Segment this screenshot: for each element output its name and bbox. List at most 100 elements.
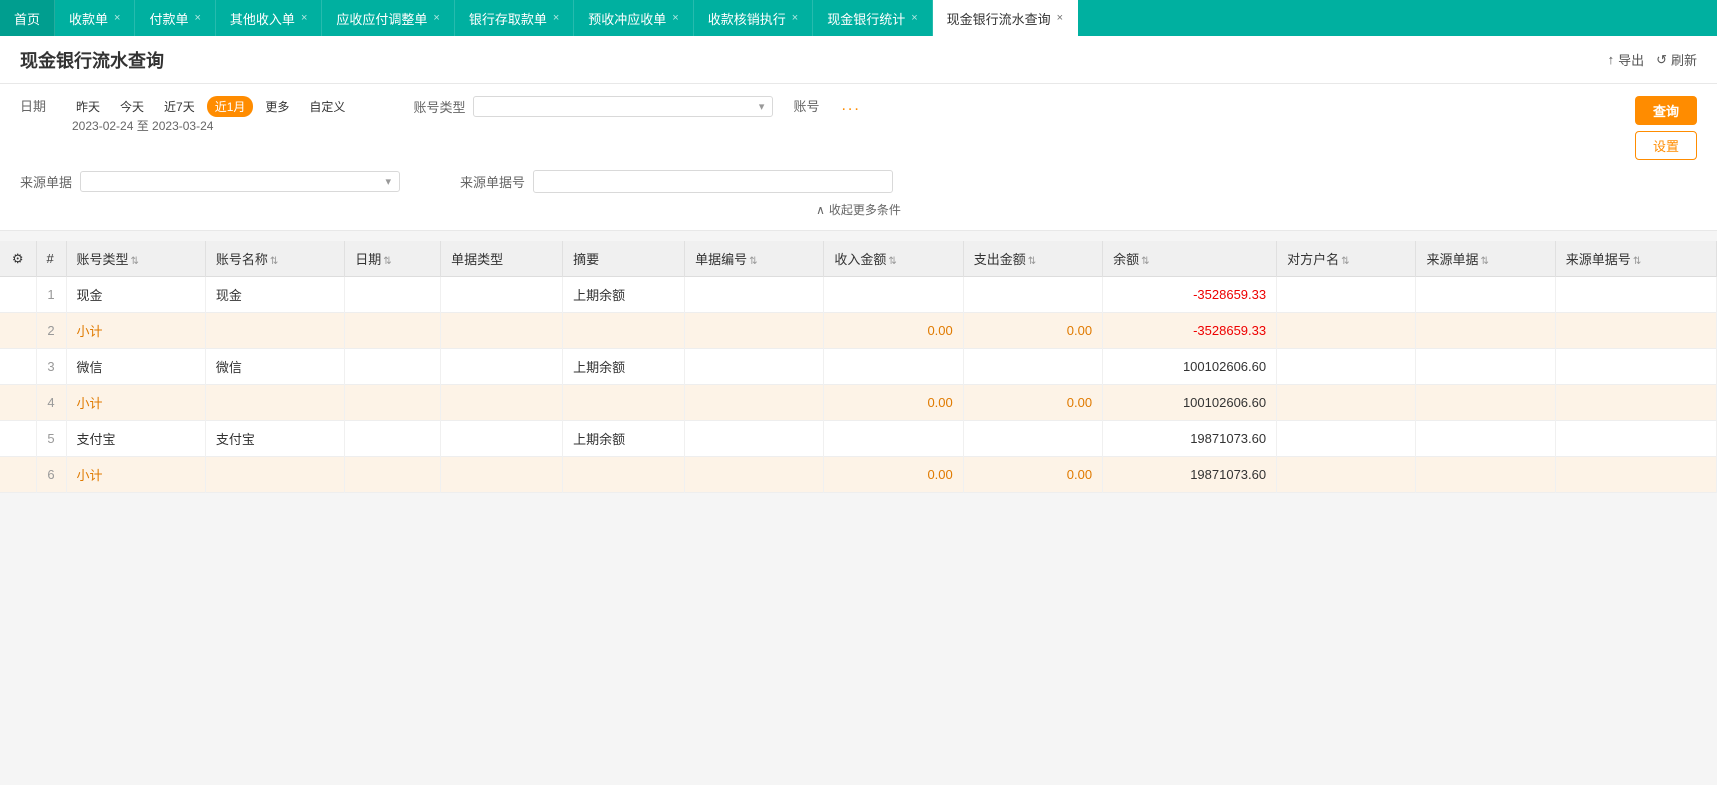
date-btn-1month[interactable]: 近1月 — [207, 96, 254, 117]
source-doc-no-filter: 来源单据号 — [460, 170, 893, 193]
page-header: 现金银行流水查询 ↑ 导出 ↺ 刷新 — [0, 36, 1717, 84]
date-btn-more[interactable]: 更多 — [257, 96, 297, 117]
col-income[interactable]: 收入金额⇅ — [824, 241, 963, 277]
col-account-type[interactable]: 账号类型⇅ — [66, 241, 205, 277]
account-ellipsis-button[interactable]: ... — [841, 97, 860, 115]
filter-area: 日期 昨天 今天 近7天 近1月 更多 自定义 2023-02-24 至 202… — [0, 84, 1717, 231]
row-summary — [563, 313, 685, 349]
row-source-doc — [1416, 385, 1555, 421]
row-date — [345, 385, 441, 421]
nav-tab-advance-offset[interactable]: 预收冲应收单× — [574, 0, 693, 36]
row-doc-no — [685, 277, 824, 313]
row-source-doc — [1416, 313, 1555, 349]
row-expense: 0.00 — [963, 385, 1102, 421]
row-number: 6 — [36, 457, 66, 493]
row-income: 0.00 — [824, 385, 963, 421]
row-doc-no — [685, 457, 824, 493]
date-btn-yesterday[interactable]: 昨天 — [68, 96, 108, 117]
nav-tab-other-income[interactable]: 其他收入单× — [216, 0, 322, 36]
row-doc-type — [441, 349, 563, 385]
date-options: 昨天 今天 近7天 近1月 更多 自定义 — [68, 96, 353, 117]
row-source-doc-no — [1555, 277, 1716, 313]
nav-tab-collection-verify[interactable]: 收款核销执行× — [694, 0, 813, 36]
settings-button[interactable]: 设置 — [1635, 131, 1697, 160]
col-account-name[interactable]: 账号名称⇅ — [205, 241, 344, 277]
row-gear-cell — [0, 421, 36, 457]
row-number: 2 — [36, 313, 66, 349]
export-button[interactable]: ↑ 导出 — [1608, 50, 1645, 69]
row-expense — [963, 349, 1102, 385]
table-row: 5 支付宝 支付宝 上期余额 19871073.60 — [0, 421, 1717, 457]
row-gear-cell — [0, 313, 36, 349]
source-doc-select[interactable]: ▾ — [80, 171, 400, 192]
row-date — [345, 349, 441, 385]
account-type-select[interactable]: ▾ — [473, 96, 773, 117]
row-date — [345, 313, 441, 349]
row-balance: 100102606.60 — [1103, 349, 1277, 385]
data-table-area: ⚙ # 账号类型⇅ 账号名称⇅ 日期⇅ 单据类型 摘要 单据编号⇅ 收入金额⇅ … — [0, 241, 1717, 493]
row-balance: -3528659.33 — [1103, 277, 1277, 313]
nav-tab-cash-bank-stats[interactable]: 现金银行统计× — [813, 0, 932, 36]
col-doc-type[interactable]: 单据类型 — [441, 241, 563, 277]
gear-icon: ⚙ — [12, 251, 24, 266]
row-doc-no — [685, 313, 824, 349]
date-btn-today[interactable]: 今天 — [112, 96, 152, 117]
date-btn-custom[interactable]: 自定义 — [301, 96, 353, 117]
col-source-doc-no[interactable]: 来源单据号⇅ — [1555, 241, 1716, 277]
col-expense[interactable]: 支出金额⇅ — [963, 241, 1102, 277]
row-account-name — [205, 385, 344, 421]
account-label: 账号 — [793, 96, 833, 115]
date-btn-7days[interactable]: 近7天 — [156, 96, 203, 117]
row-balance: 19871073.60 — [1103, 421, 1277, 457]
nav-tab-bank-deposit[interactable]: 银行存取款单× — [455, 0, 574, 36]
col-summary[interactable]: 摘要 — [563, 241, 685, 277]
source-doc-no-input[interactable] — [533, 170, 893, 193]
row-balance: 19871073.60 — [1103, 457, 1277, 493]
row-source-doc-no — [1555, 313, 1716, 349]
page-title: 现金银行流水查询 — [20, 47, 164, 73]
chevron-up-icon: ∧ — [816, 203, 825, 217]
source-doc-label: 来源单据 — [20, 172, 72, 191]
row-account-name — [205, 313, 344, 349]
refresh-button[interactable]: ↺ 刷新 — [1656, 50, 1697, 69]
row-counterparty — [1277, 421, 1416, 457]
col-counterparty[interactable]: 对方户名⇅ — [1277, 241, 1416, 277]
account-type-filter: 账号类型 ▾ — [413, 96, 773, 117]
col-doc-no[interactable]: 单据编号⇅ — [685, 241, 824, 277]
row-source-doc-no — [1555, 349, 1716, 385]
row-gear-cell — [0, 349, 36, 385]
row-summary — [563, 457, 685, 493]
row-doc-type — [441, 313, 563, 349]
collapse-filter-bar[interactable]: ∧ 收起更多条件 — [20, 201, 1697, 218]
nav-home[interactable]: 首页 — [0, 0, 55, 36]
col-balance[interactable]: 余额⇅ — [1103, 241, 1277, 277]
source-doc-no-label: 来源单据号 — [460, 172, 525, 191]
table-row: 2 小计 0.00 0.00 -3528659.33 — [0, 313, 1717, 349]
row-balance: 100102606.60 — [1103, 385, 1277, 421]
row-income — [824, 349, 963, 385]
date-range-display: 2023-02-24 至 2023-03-24 — [72, 117, 353, 134]
nav-tab-payment[interactable]: 付款单× — [135, 0, 215, 36]
col-date[interactable]: 日期⇅ — [345, 241, 441, 277]
query-button[interactable]: 查询 — [1635, 96, 1697, 125]
account-filter: 账号 ... — [793, 96, 860, 115]
row-expense: 0.00 — [963, 457, 1102, 493]
row-gear-cell — [0, 457, 36, 493]
row-date — [345, 457, 441, 493]
row-summary: 上期余额 — [563, 277, 685, 313]
row-summary — [563, 385, 685, 421]
nav-tab-receivable-adjustment[interactable]: 应收应付调整单× — [322, 0, 454, 36]
table-row: 3 微信 微信 上期余额 100102606.60 — [0, 349, 1717, 385]
row-gear-cell — [0, 385, 36, 421]
col-gear[interactable]: ⚙ — [0, 241, 36, 277]
row-account-type: 小计 — [66, 457, 205, 493]
row-doc-no — [685, 421, 824, 457]
row-doc-type — [441, 385, 563, 421]
row-income — [824, 277, 963, 313]
row-account-name: 现金 — [205, 277, 344, 313]
col-source-doc[interactable]: 来源单据⇅ — [1416, 241, 1555, 277]
row-doc-type — [441, 277, 563, 313]
nav-tab-cash-bank-flow[interactable]: 现金银行流水查询× — [933, 0, 1078, 36]
nav-tab-collection[interactable]: 收款单× — [55, 0, 135, 36]
row-counterparty — [1277, 349, 1416, 385]
